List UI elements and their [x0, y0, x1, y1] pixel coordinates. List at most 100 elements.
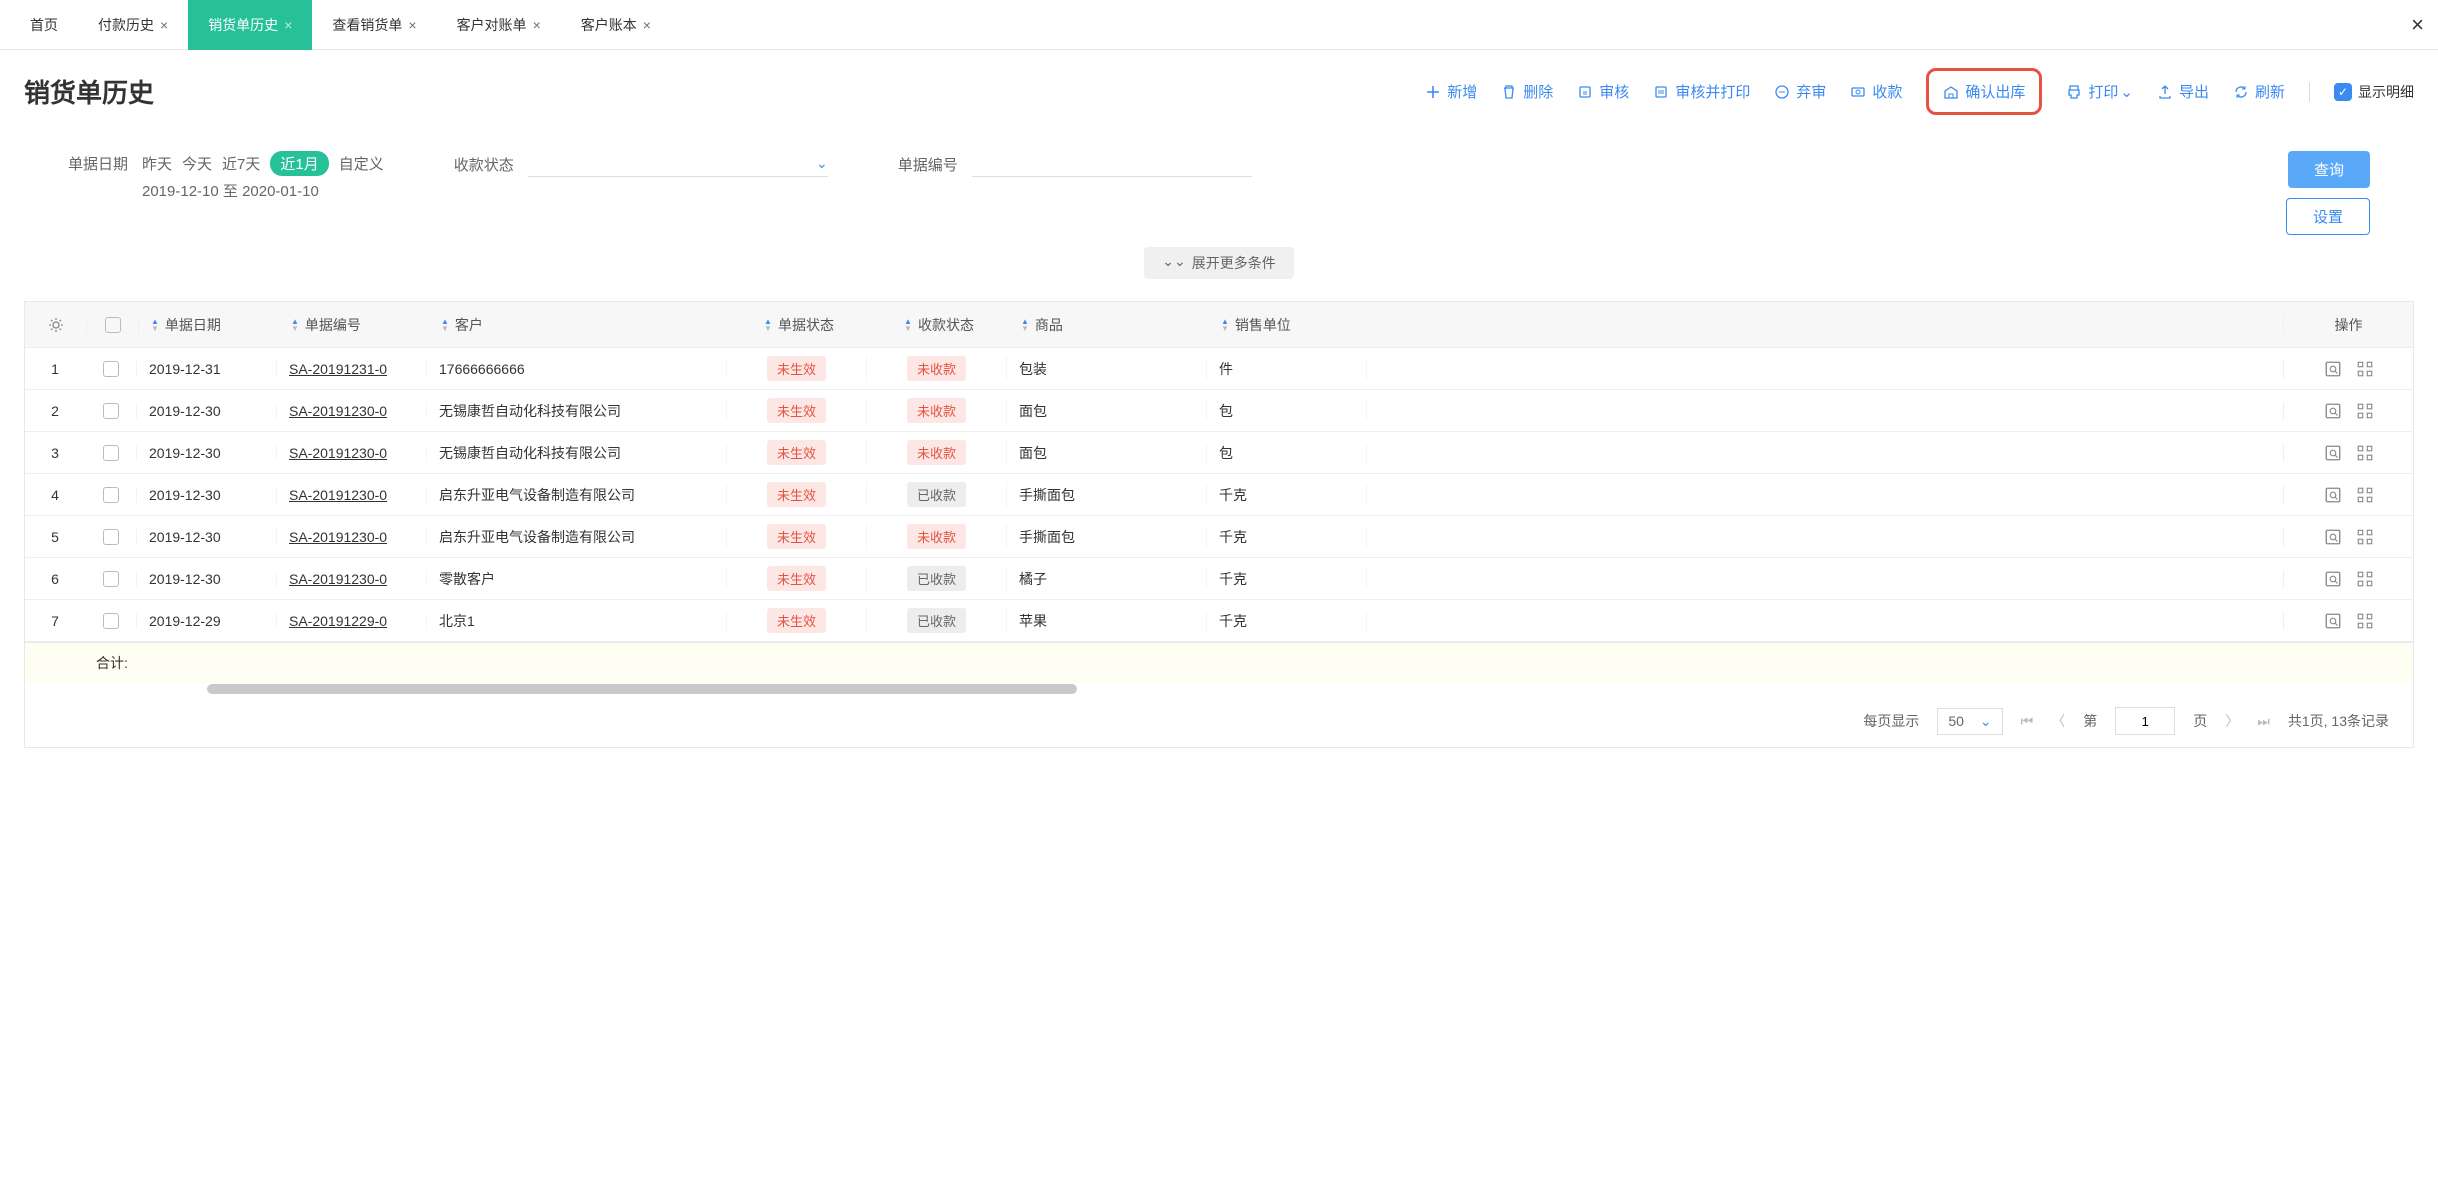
tab-bar: 首页 付款历史× 销货单历史× 查看销货单× 客户对账单× 客户账本× ×	[0, 0, 2438, 50]
page-input[interactable]	[2115, 707, 2175, 735]
col-pay-status[interactable]: ▲▼收款状态	[869, 315, 1009, 335]
table-sum-row: 合计:	[25, 642, 2413, 684]
row-checkbox[interactable]	[103, 571, 119, 587]
range-today[interactable]: 今天	[182, 153, 212, 174]
row-unit: 包	[1207, 443, 1367, 463]
tab-view-sales[interactable]: 查看销货单×	[312, 0, 436, 50]
more-icon[interactable]	[2356, 360, 2374, 378]
sort-icon: ▲▼	[904, 318, 912, 332]
gear-icon[interactable]	[48, 317, 64, 333]
row-product: 包装	[1007, 359, 1207, 379]
row-checkbox[interactable]	[103, 445, 119, 461]
range-yesterday[interactable]: 昨天	[142, 153, 172, 174]
view-icon[interactable]	[2324, 570, 2342, 588]
row-code-link[interactable]: SA-20191231-0	[289, 361, 387, 377]
unaudit-button[interactable]: 弃审	[1774, 81, 1826, 102]
data-table: ▲▼单据日期 ▲▼单据编号 ▲▼客户 ▲▼单据状态 ▲▼收款状态 ▲▼商品 ▲▼…	[24, 301, 2414, 748]
row-code-link[interactable]: SA-20191230-0	[289, 445, 387, 461]
more-icon[interactable]	[2356, 570, 2374, 588]
page-size-select[interactable]: 50⌄	[1937, 708, 2002, 735]
close-icon[interactable]: ×	[408, 17, 416, 33]
row-checkbox[interactable]	[103, 613, 119, 629]
col-unit[interactable]: ▲▼销售单位	[1209, 315, 1369, 335]
divider	[2309, 82, 2310, 102]
close-icon[interactable]: ×	[284, 17, 292, 33]
range-custom[interactable]: 自定义	[339, 153, 384, 174]
col-code[interactable]: ▲▼单据编号	[279, 315, 429, 335]
tab-customer-statement[interactable]: 客户对账单×	[437, 0, 561, 50]
view-icon[interactable]	[2324, 528, 2342, 546]
row-code-link[interactable]: SA-20191230-0	[289, 529, 387, 545]
audit-print-button[interactable]: 审核并打印	[1653, 81, 1750, 102]
close-icon[interactable]: ×	[643, 17, 651, 33]
col-customer[interactable]: ▲▼客户	[429, 315, 729, 335]
per-page-label: 每页显示	[1863, 711, 1919, 731]
view-icon[interactable]	[2324, 486, 2342, 504]
row-code-link[interactable]: SA-20191230-0	[289, 571, 387, 587]
view-icon[interactable]	[2324, 360, 2342, 378]
row-customer: 启东升亚电气设备制造有限公司	[427, 527, 727, 547]
row-checkbox[interactable]	[103, 529, 119, 545]
select-all-checkbox[interactable]	[105, 317, 121, 333]
print-button[interactable]: 打印⌄	[2066, 81, 2133, 102]
more-icon[interactable]	[2356, 528, 2374, 546]
date-range-text: 2019-12-10 至 2020-01-10	[68, 180, 384, 201]
row-checkbox[interactable]	[103, 403, 119, 419]
prev-page-icon[interactable]: 〈	[2051, 711, 2065, 731]
last-page-icon[interactable]: ⏭	[2257, 713, 2270, 730]
audit-button[interactable]: 审核	[1577, 81, 1629, 102]
receive-button[interactable]: 收款	[1850, 81, 1902, 102]
doc-status-badge: 未生效	[767, 524, 826, 549]
row-code-link[interactable]: SA-20191229-0	[289, 613, 387, 629]
query-button[interactable]: 查询	[2288, 151, 2370, 188]
code-input[interactable]	[972, 151, 1252, 177]
show-detail-toggle[interactable]: ✓显示明细	[2334, 82, 2414, 102]
close-all-icon[interactable]: ×	[2411, 12, 2424, 38]
tab-customer-book[interactable]: 客户账本×	[561, 0, 671, 50]
expand-filters-button[interactable]: ⌄⌄展开更多条件	[1144, 247, 1293, 279]
chevron-down-icon: ⌄	[2120, 83, 2133, 101]
export-button[interactable]: 导出	[2157, 81, 2209, 102]
page-suffix: 页	[2193, 711, 2207, 731]
col-date[interactable]: ▲▼单据日期	[139, 315, 279, 335]
col-product[interactable]: ▲▼商品	[1009, 315, 1209, 335]
setting-button[interactable]: 设置	[2286, 198, 2370, 235]
next-page-icon[interactable]: 〉	[2225, 711, 2239, 731]
pay-status-badge: 已收款	[907, 482, 966, 507]
col-doc-status[interactable]: ▲▼单据状态	[729, 315, 869, 335]
horizontal-scrollbar[interactable]	[25, 683, 2413, 695]
sort-icon: ▲▼	[441, 318, 449, 332]
row-code-link[interactable]: SA-20191230-0	[289, 487, 387, 503]
tab-home[interactable]: 首页	[10, 0, 78, 50]
close-icon[interactable]: ×	[533, 17, 541, 33]
row-checkbox[interactable]	[103, 361, 119, 377]
range-1m[interactable]: 近1月	[270, 151, 328, 176]
row-product: 手撕面包	[1007, 485, 1207, 505]
doc-status-badge: 未生效	[767, 608, 826, 633]
delete-button[interactable]: 删除	[1501, 81, 1553, 102]
close-icon[interactable]: ×	[160, 17, 168, 33]
view-icon[interactable]	[2324, 444, 2342, 462]
pay-status-badge: 已收款	[907, 608, 966, 633]
tab-sales-history[interactable]: 销货单历史×	[188, 0, 312, 50]
confirm-out-button[interactable]: 确认出库	[1926, 68, 2042, 115]
row-code-link[interactable]: SA-20191230-0	[289, 403, 387, 419]
pay-status-badge: 未收款	[907, 440, 966, 465]
first-page-icon[interactable]: ⏮	[2021, 713, 2034, 730]
range-7d[interactable]: 近7天	[222, 153, 260, 174]
more-icon[interactable]	[2356, 402, 2374, 420]
more-icon[interactable]	[2356, 486, 2374, 504]
view-icon[interactable]	[2324, 402, 2342, 420]
row-product: 橘子	[1007, 569, 1207, 589]
pay-status-select[interactable]: ⌄	[528, 151, 828, 177]
row-customer: 启东升亚电气设备制造有限公司	[427, 485, 727, 505]
tab-payment-history[interactable]: 付款历史×	[78, 0, 188, 50]
refresh-button[interactable]: 刷新	[2233, 81, 2285, 102]
more-icon[interactable]	[2356, 444, 2374, 462]
more-icon[interactable]	[2356, 612, 2374, 630]
add-button[interactable]: 新增	[1425, 81, 1477, 102]
row-checkbox[interactable]	[103, 487, 119, 503]
doc-status-badge: 未生效	[767, 482, 826, 507]
code-label: 单据编号	[898, 154, 958, 175]
view-icon[interactable]	[2324, 612, 2342, 630]
